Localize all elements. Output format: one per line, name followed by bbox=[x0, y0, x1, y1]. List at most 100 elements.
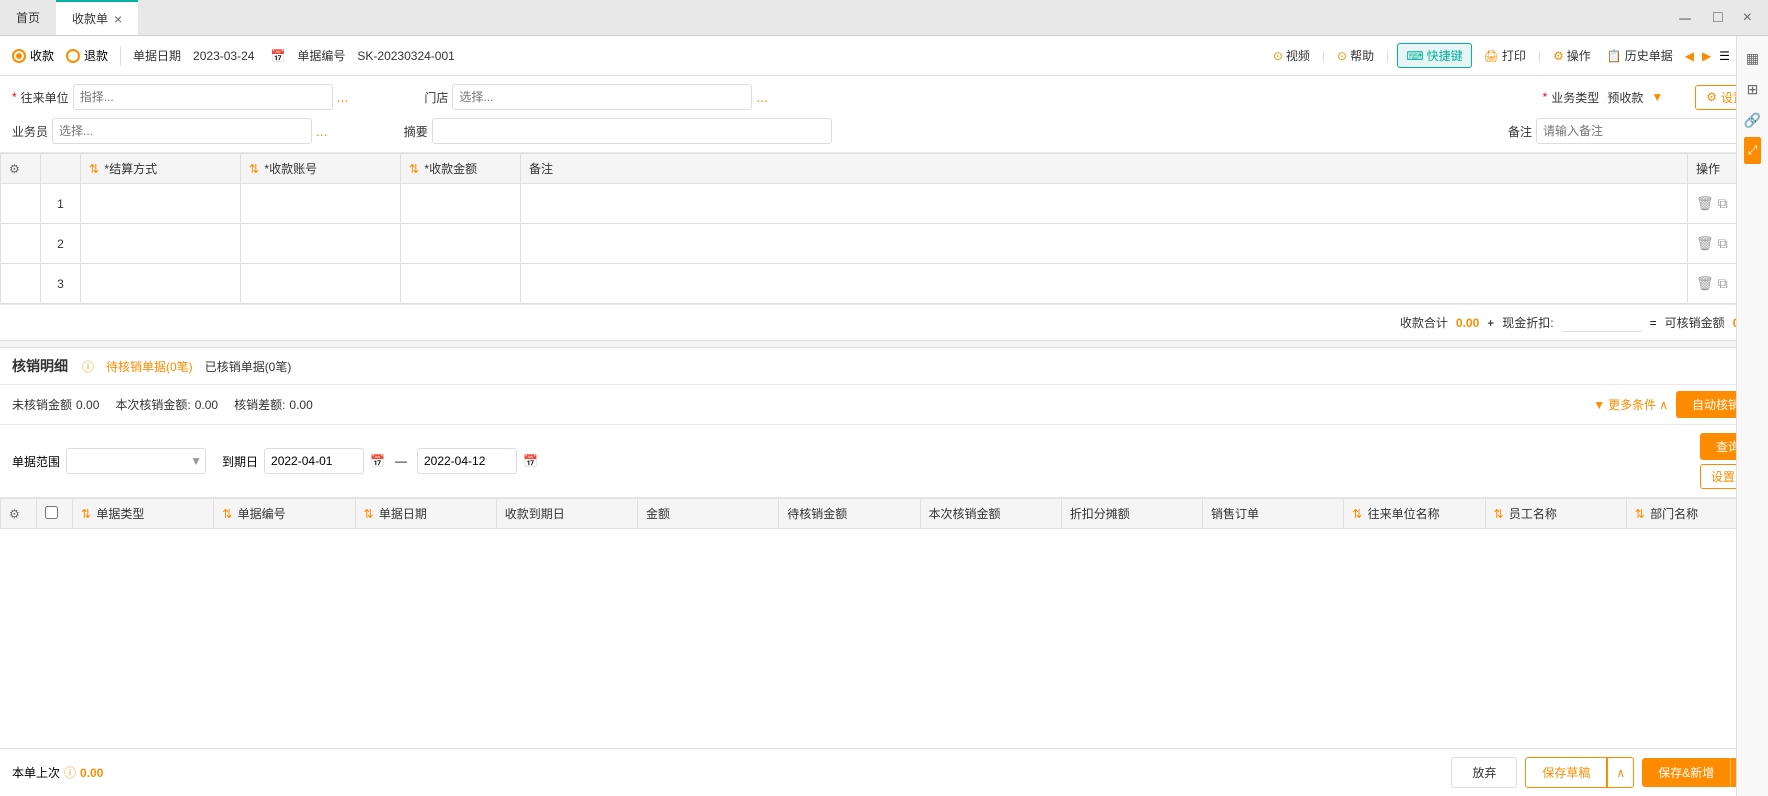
dept-sort[interactable]: ⇅ bbox=[1635, 507, 1645, 521]
col-settings-header[interactable]: ⚙ bbox=[1, 154, 41, 184]
sidebar-grid-icon[interactable]: ⊞ bbox=[1743, 75, 1763, 104]
this-order-icon[interactable]: ⓘ bbox=[64, 764, 76, 781]
shop-field: 门店 ... bbox=[424, 84, 768, 110]
row1-delete-icon[interactable]: 🗑 bbox=[1696, 195, 1714, 212]
row2-copy-icon[interactable]: ⧉ bbox=[1718, 235, 1728, 252]
radio-refund-label: 退款 bbox=[84, 47, 108, 64]
bill-type-sort[interactable]: ⇅ bbox=[81, 507, 91, 521]
discard-button[interactable]: 放弃 bbox=[1451, 757, 1517, 788]
remark-input[interactable] bbox=[1536, 118, 1756, 144]
minimize-button[interactable]: － bbox=[1671, 4, 1699, 32]
bottom-bar-left: 本单上次 ⓘ 0.00 bbox=[12, 764, 103, 781]
tab-close-icon[interactable]: × bbox=[114, 11, 122, 27]
diff-label: 核销差额: bbox=[234, 396, 285, 413]
row1-account[interactable] bbox=[241, 184, 401, 224]
row2-settlement[interactable] bbox=[81, 224, 241, 264]
sidebar-expand-icon[interactable]: ⤢ bbox=[1744, 137, 1762, 164]
select-all-checkbox[interactable] bbox=[45, 506, 58, 519]
account-sort-icon[interactable]: ⇅ bbox=[249, 162, 259, 176]
bill-date-sort[interactable]: ⇅ bbox=[364, 507, 374, 521]
col-remark-header: 备注 bbox=[521, 154, 1688, 184]
radio-refund-dot bbox=[66, 49, 80, 63]
table-gear-icon[interactable]: ⚙ bbox=[9, 162, 20, 176]
sidebar-link-icon[interactable]: 🔗 bbox=[1740, 106, 1765, 135]
row3-empty bbox=[1, 264, 41, 304]
print-button[interactable]: 🖨 打印 bbox=[1480, 45, 1530, 66]
history-button[interactable]: 📋 历史单据 bbox=[1603, 45, 1677, 66]
more-conditions-label: 更多条件 bbox=[1608, 396, 1656, 413]
video-button[interactable]: ⊙ 视频 bbox=[1269, 45, 1314, 66]
amount-sort-icon[interactable]: ⇅ bbox=[409, 162, 419, 176]
tab-home[interactable]: 首页 bbox=[0, 0, 56, 35]
list-view-icon[interactable]: ☰ bbox=[1719, 49, 1730, 63]
shop-more-btn[interactable]: ... bbox=[756, 89, 768, 105]
verify-info-icon[interactable]: ⓘ bbox=[82, 358, 94, 375]
bottom-table: ⚙ ⇅ 单据类型 ⇅ 单据编号 ⇅ 单据日期 bbox=[0, 498, 1768, 529]
bill-range-select[interactable] bbox=[66, 448, 206, 474]
nav-next-icon[interactable]: ▶ bbox=[1702, 49, 1711, 63]
date-to-input[interactable] bbox=[417, 448, 517, 474]
shop-input[interactable] bbox=[452, 84, 752, 110]
row1-no: 1 bbox=[41, 184, 81, 224]
bill-date-value: 2023-03-24 bbox=[193, 49, 254, 63]
date-from-input[interactable] bbox=[264, 448, 364, 474]
table-row: 1 🗑 ⧉ bbox=[1, 184, 1768, 224]
row3-amount[interactable] bbox=[401, 264, 521, 304]
operation-button[interactable]: ⚙ 操作 bbox=[1549, 45, 1595, 66]
btcol-settings[interactable]: ⚙ bbox=[1, 499, 37, 529]
row1-settlement[interactable] bbox=[81, 184, 241, 224]
settlement-sort-icon[interactable]: ⇅ bbox=[89, 162, 99, 176]
row2-amount[interactable] bbox=[401, 224, 521, 264]
nav-prev-icon[interactable]: ◀ bbox=[1685, 49, 1694, 63]
sidebar-table-icon[interactable]: ▦ bbox=[1742, 44, 1763, 73]
salesperson-label: 业务员 bbox=[12, 123, 48, 140]
close-window-button[interactable]: × bbox=[1737, 7, 1758, 29]
employee-sort[interactable]: ⇅ bbox=[1494, 507, 1504, 521]
maximize-button[interactable]: □ bbox=[1707, 7, 1729, 29]
row2-delete-icon[interactable]: 🗑 bbox=[1696, 235, 1714, 252]
row3-settlement[interactable] bbox=[81, 264, 241, 304]
bottom-table-gear-icon[interactable]: ⚙ bbox=[9, 507, 20, 521]
counterpart-sort[interactable]: ⇅ bbox=[1352, 507, 1362, 521]
salesperson-input[interactable] bbox=[52, 118, 312, 144]
row3-remark[interactable] bbox=[521, 264, 1688, 304]
help-button[interactable]: ⊙ 帮助 bbox=[1333, 45, 1378, 66]
calendar-to-icon[interactable]: 📅 bbox=[523, 454, 538, 468]
counterpart-more-btn[interactable]: ... bbox=[337, 89, 349, 105]
pending-tab[interactable]: 待核销单据(0笔) bbox=[106, 358, 193, 375]
diff-stat: 核销差额: 0.00 bbox=[234, 396, 313, 413]
save-draft-arrow[interactable]: ∧ bbox=[1607, 757, 1634, 788]
more-conditions-btn[interactable]: ▼ 更多条件 ∧ bbox=[1593, 396, 1668, 413]
counterpart-input[interactable] bbox=[73, 84, 333, 110]
business-type-value: 预收款 bbox=[1607, 89, 1643, 106]
business-type-arrow[interactable]: ▼ bbox=[1651, 90, 1663, 104]
row3-copy-icon[interactable]: ⧉ bbox=[1718, 275, 1728, 292]
available-label: 可核销金额 bbox=[1665, 314, 1725, 331]
row2-remark[interactable] bbox=[521, 224, 1688, 264]
row2-empty bbox=[1, 224, 41, 264]
row3-delete-icon[interactable]: 🗑 bbox=[1696, 275, 1714, 292]
save-new-button[interactable]: 保存&新增 bbox=[1642, 758, 1730, 787]
save-draft-button[interactable]: 保存草稿 bbox=[1525, 757, 1607, 788]
radio-receipt[interactable]: 收款 bbox=[12, 47, 54, 64]
tab-receipt[interactable]: 收款单 × bbox=[56, 0, 138, 35]
row1-remark[interactable] bbox=[521, 184, 1688, 224]
verified-tab[interactable]: 已核销单据(0笔) bbox=[205, 358, 292, 375]
bottom-table-wrapper[interactable]: ⚙ ⇅ 单据类型 ⇅ 单据编号 ⇅ 单据日期 bbox=[0, 498, 1768, 748]
row2-account[interactable] bbox=[241, 224, 401, 264]
salesperson-more-btn[interactable]: ... bbox=[316, 123, 328, 139]
bill-no-sort[interactable]: ⇅ bbox=[222, 507, 232, 521]
calendar-from-icon[interactable]: 📅 bbox=[370, 454, 385, 468]
shortcut-button[interactable]: ⌨ 快捷键 bbox=[1397, 43, 1471, 68]
calendar-icon[interactable]: 📅 bbox=[270, 49, 285, 63]
discount-input[interactable] bbox=[1562, 313, 1642, 332]
summary-input[interactable] bbox=[432, 118, 832, 144]
shop-label: 门店 bbox=[424, 89, 448, 106]
radio-refund[interactable]: 退款 bbox=[66, 47, 108, 64]
row3-account[interactable] bbox=[241, 264, 401, 304]
row1-copy-icon[interactable]: ⧉ bbox=[1718, 195, 1728, 212]
form-area: * 往来单位 ... 门店 ... * 业务类型 预收款 ▼ ⚙ 设置 bbox=[0, 76, 1768, 153]
btcol-bill-type: ⇅ 单据类型 bbox=[73, 499, 214, 529]
row1-amount[interactable] bbox=[401, 184, 521, 224]
row3-no: 3 bbox=[41, 264, 81, 304]
